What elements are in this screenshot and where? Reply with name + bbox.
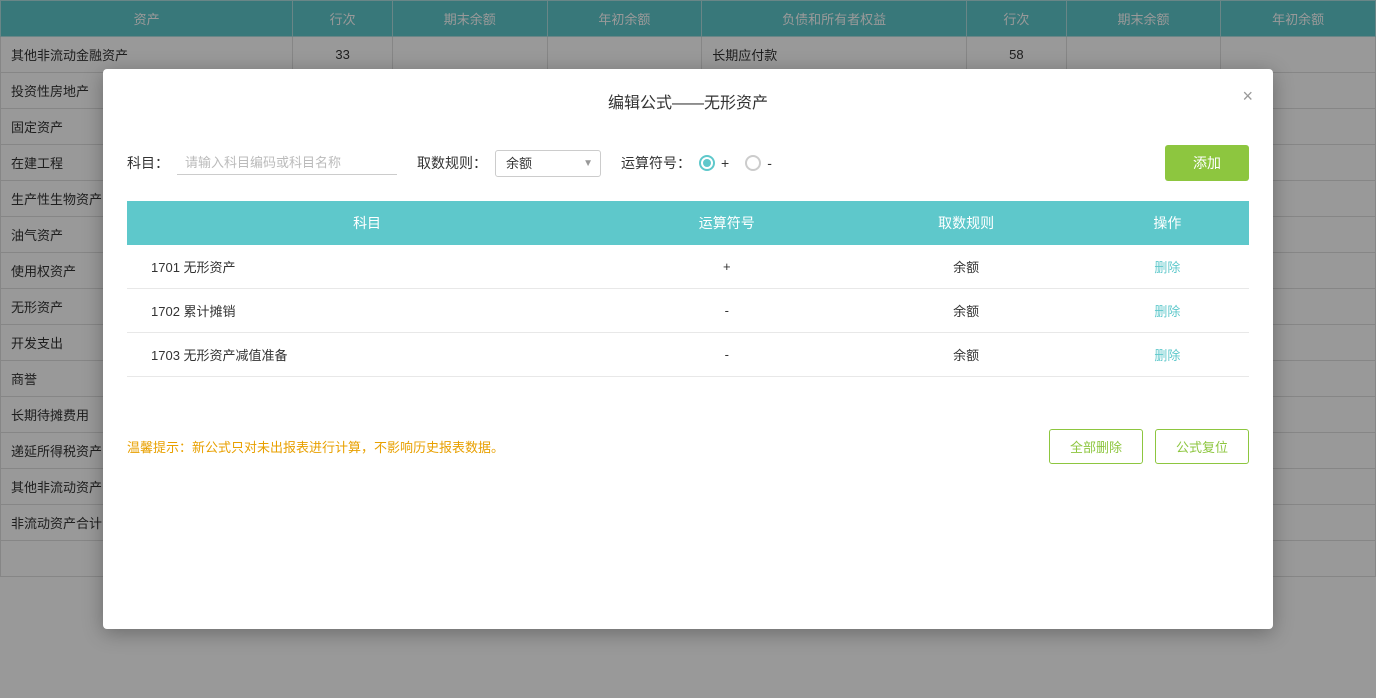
radio-minus-icon — [745, 155, 761, 171]
subject-group: 科目： — [127, 151, 397, 175]
cell-action: 删除 — [1086, 245, 1249, 289]
cell-rule: 余额 — [846, 289, 1085, 333]
cell-operator: - — [607, 289, 846, 333]
rule-group: 取数规则： 余额 借方发生额 贷方发生额 净发生额 ▼ — [417, 150, 601, 177]
modal-footer: 温馨提示：新公式只对未出报表进行计算，不影响历史报表数据。 全部删除 公式复位 — [103, 413, 1273, 484]
operator-radio-group: + - — [699, 155, 772, 171]
reset-formula-button[interactable]: 公式复位 — [1155, 429, 1249, 464]
subject-label: 科目： — [127, 153, 169, 173]
cell-subject: 1703 无形资产减值准备 — [127, 333, 607, 377]
modal-dialog: 编辑公式——无形资产 × 科目： 取数规则： 余额 借方发生额 贷方发生额 — [103, 69, 1273, 629]
operator-minus-label: - — [767, 155, 772, 171]
modal-header: 编辑公式——无形资产 × — [103, 69, 1273, 129]
cell-operator: - — [607, 333, 846, 377]
delete-all-button[interactable]: 全部删除 — [1049, 429, 1143, 464]
rule-label: 取数规则： — [417, 153, 487, 173]
cell-subject: 1701 无形资产 — [127, 245, 607, 289]
delete-link[interactable]: 删除 — [1154, 260, 1180, 275]
cell-operator: + — [607, 245, 846, 289]
table-row: 1701 无形资产 + 余额 删除 — [127, 245, 1249, 289]
cell-subject: 1702 累计摊销 — [127, 289, 607, 333]
delete-link[interactable]: 删除 — [1154, 348, 1180, 363]
modal-close-button[interactable]: × — [1242, 87, 1253, 105]
formula-table: 科目 运算符号 取数规则 操作 1701 无形资产 + 余额 删除 1702 累… — [127, 201, 1249, 377]
rule-select[interactable]: 余额 借方发生额 贷方发生额 净发生额 — [495, 150, 601, 177]
cell-rule: 余额 — [846, 245, 1085, 289]
radio-plus-icon — [699, 155, 715, 171]
cell-rule: 余额 — [846, 333, 1085, 377]
rule-select-wrapper: 余额 借方发生额 贷方发生额 净发生额 ▼ — [495, 150, 601, 177]
operator-label: 运算符号： — [621, 153, 691, 173]
modal-overlay: 编辑公式——无形资产 × 科目： 取数规则： 余额 借方发生额 贷方发生额 — [0, 0, 1376, 698]
table-row: 1703 无形资产减值准备 - 余额 删除 — [127, 333, 1249, 377]
cell-action: 删除 — [1086, 333, 1249, 377]
modal-body: 科目： 取数规则： 余额 借方发生额 贷方发生额 净发生额 ▼ — [103, 129, 1273, 413]
operator-plus-option[interactable]: + — [699, 155, 729, 171]
form-row: 科目： 取数规则： 余额 借方发生额 贷方发生额 净发生额 ▼ — [127, 145, 1249, 181]
th-subject: 科目 — [127, 201, 607, 245]
table-header-row: 科目 运算符号 取数规则 操作 — [127, 201, 1249, 245]
cell-action: 删除 — [1086, 289, 1249, 333]
operator-group: 运算符号： + - — [621, 153, 772, 173]
footer-buttons: 全部删除 公式复位 — [1049, 429, 1249, 464]
th-action: 操作 — [1086, 201, 1249, 245]
operator-plus-label: + — [721, 155, 729, 171]
subject-input[interactable] — [177, 151, 397, 175]
modal-title: 编辑公式——无形资产 — [608, 95, 768, 112]
delete-link[interactable]: 删除 — [1154, 304, 1180, 319]
th-operator: 运算符号 — [607, 201, 846, 245]
footer-tip: 温馨提示：新公式只对未出报表进行计算，不影响历史报表数据。 — [127, 437, 504, 456]
operator-minus-option[interactable]: - — [745, 155, 772, 171]
add-button[interactable]: 添加 — [1165, 145, 1249, 181]
th-rule: 取数规则 — [846, 201, 1085, 245]
table-row: 1702 累计摊销 - 余额 删除 — [127, 289, 1249, 333]
